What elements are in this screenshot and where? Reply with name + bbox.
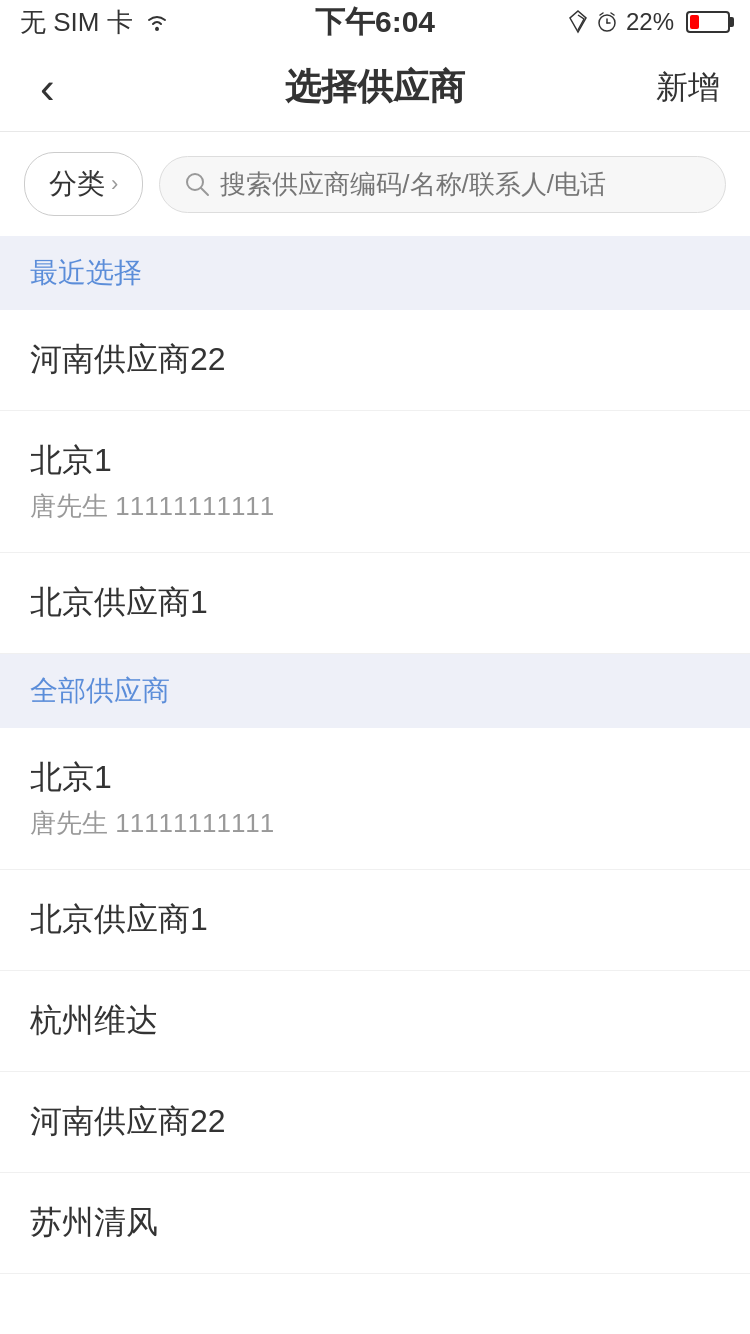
page-title: 选择供应商 — [285, 63, 465, 112]
carrier-text: 无 SIM 卡 — [20, 5, 133, 40]
list-item[interactable]: 河南供应商22 — [0, 1072, 750, 1173]
all-section-label: 全部供应商 — [30, 675, 170, 706]
location-icon — [568, 10, 588, 34]
search-icon — [184, 171, 210, 197]
svg-line-5 — [611, 13, 614, 15]
list-item[interactable]: 北京供应商1 — [0, 870, 750, 971]
item-name: 北京供应商1 — [30, 581, 720, 625]
list-item[interactable]: 河南供应商22 — [0, 310, 750, 411]
chevron-right-icon: › — [111, 171, 118, 197]
status-bar: 无 SIM 卡 下午6:04 22% — [0, 0, 750, 44]
list-item[interactable]: 苏州清风 — [0, 1173, 750, 1274]
nav-bar: ‹ 选择供应商 新增 — [0, 44, 750, 132]
add-button[interactable]: 新增 — [656, 66, 720, 110]
item-name: 河南供应商22 — [30, 1100, 720, 1144]
item-name: 河南供应商22 — [30, 338, 720, 382]
search-input[interactable] — [220, 169, 701, 200]
svg-point-0 — [155, 27, 159, 31]
all-list: 北京1 唐先生 11111111111 北京供应商1 杭州维达河南供应商22 苏州清风 — [0, 728, 750, 1274]
list-item[interactable]: 北京1 唐先生 11111111111 — [0, 411, 750, 553]
wifi-icon — [143, 12, 171, 32]
status-right: 22% — [568, 8, 730, 36]
all-section-header: 全部供应商 — [0, 654, 750, 728]
battery-icon — [686, 11, 730, 33]
item-name: 北京1 — [30, 439, 720, 483]
item-name: 北京1 — [30, 756, 720, 800]
item-sub: 唐先生 11111111111 — [30, 489, 720, 524]
item-name: 北京供应商1 — [30, 898, 720, 942]
item-sub: 唐先生 11111111111 — [30, 806, 720, 841]
back-button[interactable]: ‹ — [30, 56, 65, 120]
recent-section-label: 最近选择 — [30, 257, 142, 288]
recent-list: 河南供应商22 北京1 唐先生 11111111111 北京供应商1 — [0, 310, 750, 654]
category-label: 分类 — [49, 165, 105, 203]
status-time: 下午6:04 — [315, 2, 435, 43]
recent-section-header: 最近选择 — [0, 236, 750, 310]
item-name: 杭州维达 — [30, 999, 720, 1043]
list-item[interactable]: 杭州维达 — [0, 971, 750, 1072]
item-name: 苏州清风 — [30, 1201, 720, 1245]
battery-text: 22% — [626, 8, 674, 36]
search-box[interactable] — [159, 156, 726, 213]
category-button[interactable]: 分类 › — [24, 152, 143, 216]
svg-line-7 — [201, 188, 208, 195]
status-left: 无 SIM 卡 — [20, 5, 171, 40]
list-item[interactable]: 北京1 唐先生 11111111111 — [0, 728, 750, 870]
filter-bar: 分类 › — [0, 132, 750, 236]
alarm-icon — [596, 11, 618, 33]
svg-line-4 — [600, 13, 603, 15]
list-item[interactable]: 北京供应商1 — [0, 553, 750, 654]
